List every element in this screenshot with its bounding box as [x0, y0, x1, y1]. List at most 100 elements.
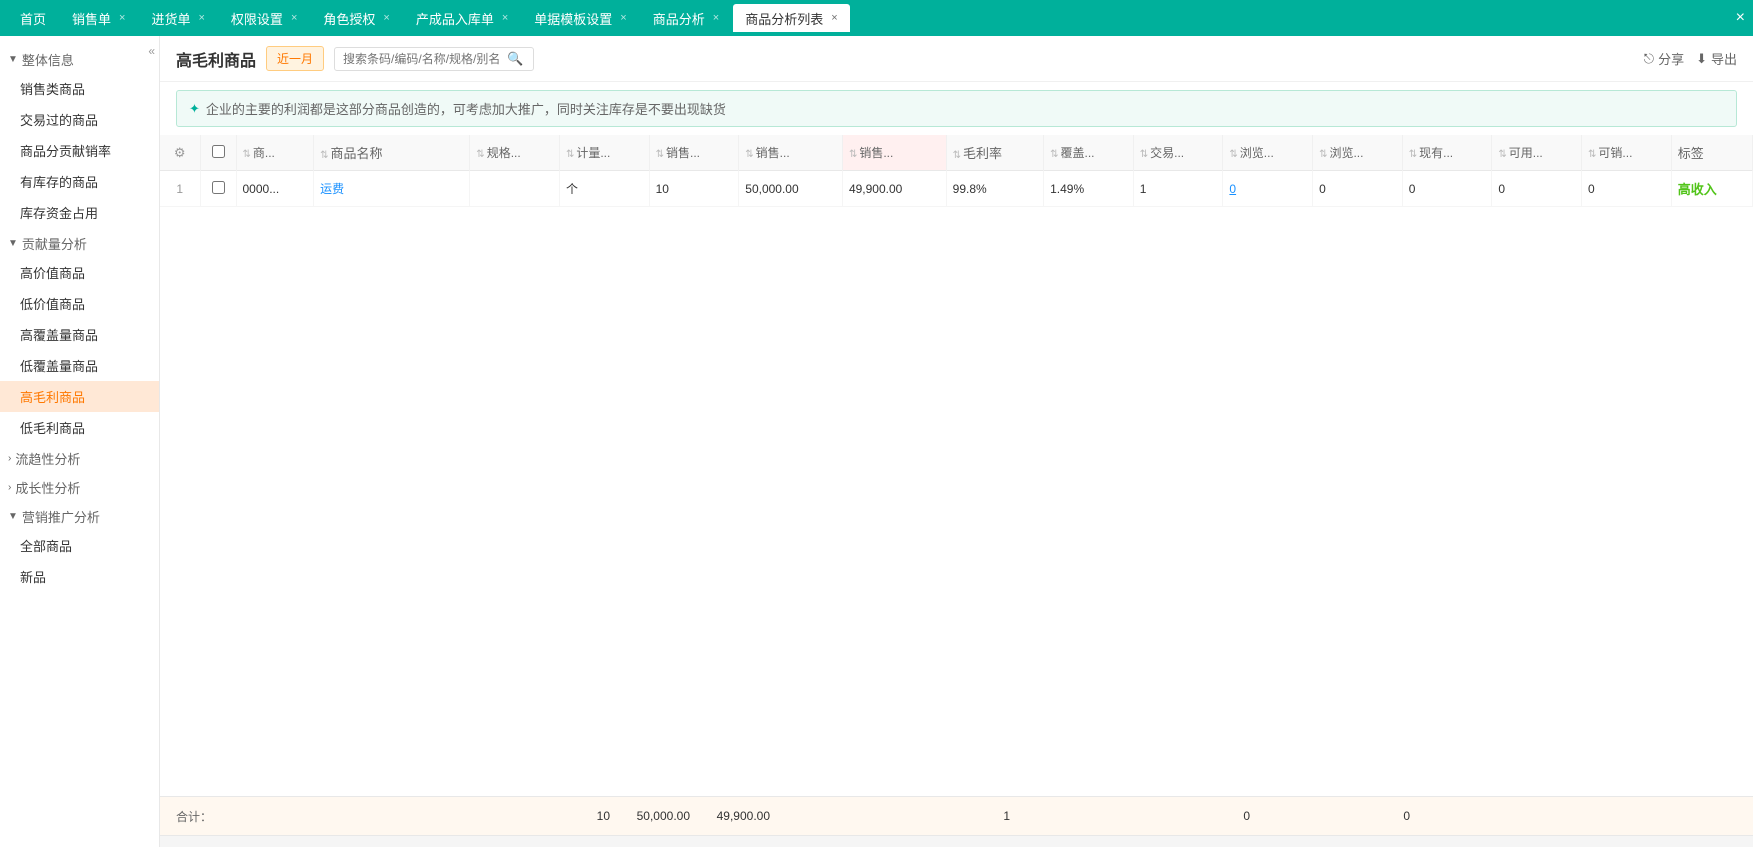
- sidebar-group-overall[interactable]: ▼ 整体信息: [0, 44, 159, 73]
- col-sales-qty[interactable]: ⇅销售...: [649, 135, 739, 171]
- info-banner: ✦ 企业的主要的利润都是这部分商品创造的，可考虑加大推广，同时关注库存是不要出现…: [176, 90, 1737, 127]
- select-all-checkbox[interactable]: [212, 145, 225, 158]
- col-settings[interactable]: ⚙: [160, 135, 200, 171]
- footer-bar: 合计： 10 50,000.00 49,900.00 1 0 0: [160, 796, 1753, 835]
- tab-template-settings[interactable]: 单据模板设置 ×: [522, 4, 638, 32]
- table-body: 1 0000... 运费 个 10 50,000.00 49,900.00 99…: [160, 171, 1753, 207]
- sort-icon-sales-amount: ⇅: [745, 149, 753, 160]
- top-navigation: 首页 销售单 × 进货单 × 权限设置 × 角色授权 × 产成品入库单 × 单据…: [0, 0, 1753, 36]
- col-checkbox[interactable]: [200, 135, 236, 171]
- col-views2[interactable]: ⇅浏览...: [1313, 135, 1403, 171]
- table-container: ⚙ ⇅商... ⇅商品名称 ⇅规格...: [160, 135, 1753, 796]
- share-button[interactable]: ⎋ 分享: [1644, 49, 1684, 68]
- tab-product-analysis-list[interactable]: 商品分析列表 ×: [733, 4, 849, 32]
- sort-icon-unit: ⇅: [566, 149, 574, 160]
- sidebar-item-low-margin[interactable]: 低毛利商品: [0, 412, 159, 443]
- col-sales-cost[interactable]: ⇅销售...: [842, 135, 946, 171]
- sidebar-item-high-coverage[interactable]: 高覆盖量商品: [0, 319, 159, 350]
- row-name[interactable]: 运费: [314, 171, 470, 207]
- sort-icon-stock-saleable: ⇅: [1588, 149, 1596, 160]
- col-views1[interactable]: ⇅浏览...: [1223, 135, 1313, 171]
- col-coverage[interactable]: ⇅覆盖...: [1044, 135, 1134, 171]
- close-tab-template[interactable]: ×: [620, 12, 626, 24]
- col-unit[interactable]: ⇅计量...: [559, 135, 649, 171]
- bottom-scrollbar[interactable]: [160, 835, 1753, 847]
- export-icon: ⬇: [1696, 51, 1707, 67]
- close-tab-analysis[interactable]: ×: [713, 12, 719, 24]
- col-stock-available[interactable]: ⇅可用...: [1492, 135, 1582, 171]
- sidebar-item-high-margin[interactable]: 高毛利商品: [0, 381, 159, 412]
- search-input[interactable]: [343, 52, 503, 66]
- sidebar-group-trend[interactable]: › 流趋性分析: [0, 443, 159, 472]
- search-box: 🔍: [334, 47, 534, 71]
- col-spec[interactable]: ⇅规格...: [470, 135, 560, 171]
- row-stock-available: 0: [1492, 171, 1582, 207]
- row-unit: 个: [559, 171, 649, 207]
- tab-home[interactable]: 首页: [8, 4, 58, 32]
- sidebar-item-sales-goods[interactable]: 销售类商品: [0, 73, 159, 104]
- close-tab-permission[interactable]: ×: [291, 12, 297, 24]
- arrow-growth: ›: [8, 482, 11, 493]
- filter-period-button[interactable]: 近一月: [266, 46, 324, 71]
- page-title: 高毛利商品: [176, 47, 256, 71]
- arrow-contribution: ▼: [8, 238, 18, 249]
- close-tab-analysis-list[interactable]: ×: [831, 12, 837, 24]
- footer-trade: 1: [936, 805, 1016, 827]
- footer-sales-cost: 49,900.00: [696, 805, 776, 827]
- sidebar: « ▼ 整体信息 销售类商品 交易过的商品 商品分贡献销率 有库存的商品 库存资…: [0, 36, 160, 847]
- search-icon[interactable]: 🔍: [507, 51, 523, 67]
- col-sku[interactable]: ⇅商...: [236, 135, 314, 171]
- row-stock-saleable: 0: [1582, 171, 1672, 207]
- content-header: 高毛利商品 近一月 🔍 ⎋ 分享 ⬇ 导出: [160, 36, 1753, 82]
- sort-icon-sku: ⇅: [243, 149, 251, 160]
- tab-product-analysis[interactable]: 商品分析 ×: [641, 4, 731, 32]
- sidebar-item-traded-goods[interactable]: 交易过的商品: [0, 104, 159, 135]
- close-tab-role[interactable]: ×: [383, 12, 389, 24]
- sidebar-item-low-value[interactable]: 低价值商品: [0, 288, 159, 319]
- sidebar-item-in-stock-goods[interactable]: 有库存的商品: [0, 166, 159, 197]
- sidebar-item-contribution-rate[interactable]: 商品分贡献销率: [0, 135, 159, 166]
- tab-product-storage[interactable]: 产成品入库单 ×: [404, 4, 520, 32]
- tab-permission-settings[interactable]: 权限设置 ×: [219, 4, 309, 32]
- sidebar-item-low-coverage[interactable]: 低覆盖量商品: [0, 350, 159, 381]
- sort-icon-sales-qty: ⇅: [656, 149, 664, 160]
- close-tab-sales-order[interactable]: ×: [119, 12, 125, 24]
- sidebar-group-growth[interactable]: › 成长性分析: [0, 472, 159, 501]
- col-sales-amount[interactable]: ⇅销售...: [739, 135, 843, 171]
- tab-purchase-order[interactable]: 进货单 ×: [139, 4, 216, 32]
- row-num: 1: [160, 171, 200, 207]
- row-sales-qty: 10: [649, 171, 739, 207]
- row-views1[interactable]: 0: [1223, 171, 1313, 207]
- sidebar-item-new-goods[interactable]: 新品: [0, 561, 159, 592]
- sidebar-item-high-value[interactable]: 高价值商品: [0, 257, 159, 288]
- col-tag[interactable]: 标签: [1671, 135, 1752, 171]
- sort-icon-stock-current: ⇅: [1409, 149, 1417, 160]
- sidebar-item-all-goods[interactable]: 全部商品: [0, 530, 159, 561]
- settings-icon[interactable]: ⚙: [174, 145, 186, 160]
- col-trade[interactable]: ⇅交易...: [1133, 135, 1223, 171]
- tab-sales-order[interactable]: 销售单 ×: [60, 4, 137, 32]
- close-tab-product-storage[interactable]: ×: [502, 12, 508, 24]
- window-close-button[interactable]: ×: [1736, 9, 1745, 27]
- arrow-marketing: ▼: [8, 511, 18, 522]
- row-spec: [470, 171, 560, 207]
- table-header-row: ⚙ ⇅商... ⇅商品名称 ⇅规格...: [160, 135, 1753, 171]
- row-tag: 高收入: [1671, 171, 1752, 207]
- col-stock-saleable[interactable]: ⇅可销...: [1582, 135, 1672, 171]
- sidebar-group-contribution[interactable]: ▼ 贡献量分析: [0, 228, 159, 257]
- data-table: ⚙ ⇅商... ⇅商品名称 ⇅规格...: [160, 135, 1753, 207]
- export-button[interactable]: ⬇ 导出: [1696, 49, 1737, 68]
- col-gross-rate[interactable]: ⇅毛利率: [946, 135, 1043, 171]
- row-stock-current: 0: [1402, 171, 1492, 207]
- col-name[interactable]: ⇅商品名称: [314, 135, 470, 171]
- row-sku: 0000...: [236, 171, 314, 207]
- close-tab-purchase[interactable]: ×: [198, 12, 204, 24]
- sidebar-group-marketing[interactable]: ▼ 营销推广分析: [0, 501, 159, 530]
- tab-role-auth[interactable]: 角色授权 ×: [311, 4, 401, 32]
- col-stock-current[interactable]: ⇅现有...: [1402, 135, 1492, 171]
- sidebar-collapse-button[interactable]: «: [148, 44, 155, 58]
- sidebar-item-stock-capital[interactable]: 库存资金占用: [0, 197, 159, 228]
- sort-icon-sales-cost: ⇅: [849, 149, 857, 160]
- row-checkbox[interactable]: [200, 171, 236, 207]
- row-sales-cost: 49,900.00: [842, 171, 946, 207]
